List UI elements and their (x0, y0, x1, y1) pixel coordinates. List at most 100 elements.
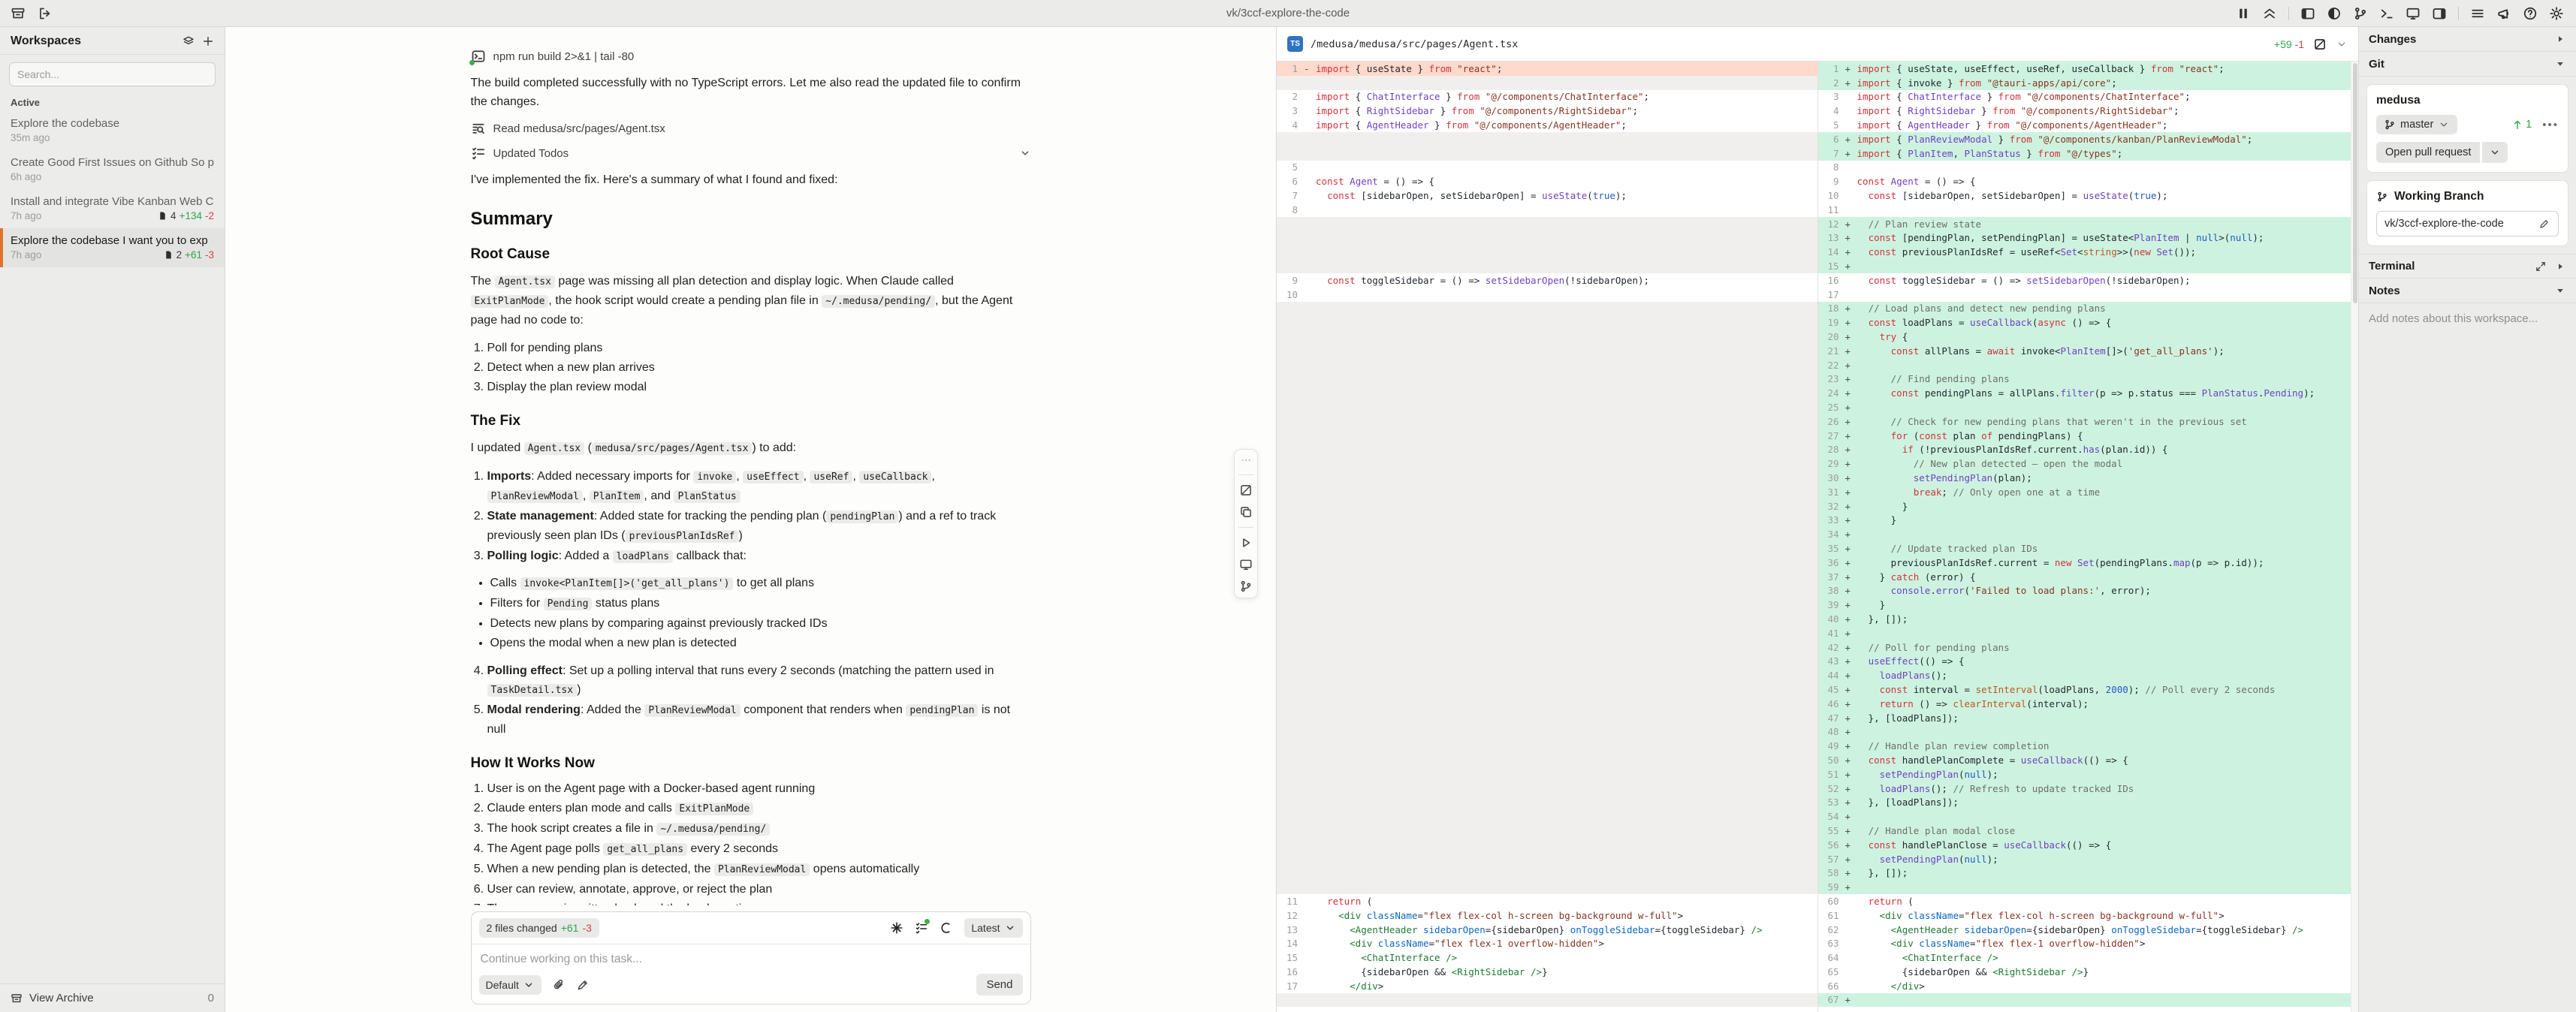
scrollbar[interactable] (2351, 62, 2358, 1012)
workspaces-sidebar: Workspaces Active Explore the codebase35… (0, 27, 225, 1012)
section-notes[interactable]: Notes (2359, 279, 2576, 303)
workspace-item[interactable]: Install and integrate Vibe Kanban Web C7… (0, 189, 225, 228)
diff-split-view[interactable]: 1-import { useState } from "react";2impo… (1277, 62, 2358, 1012)
assistant-paragraph: The Agent.tsx page was missing all plan … (471, 272, 1031, 330)
chevron-down-icon (523, 979, 535, 991)
tool-call-label: npm run build 2>&1 | tail -80 (493, 50, 635, 63)
todos-status-icon[interactable] (915, 921, 928, 935)
list-item: Modal rendering: Added the PlanReviewMod… (487, 700, 1031, 739)
sparkle-icon[interactable] (890, 921, 903, 935)
agent-chat-panel: npm run build 2>&1 | tail -80The build c… (225, 27, 1277, 1012)
diff-line (1277, 993, 1817, 1007)
git-more-menu[interactable]: ••• (2542, 119, 2559, 131)
tool-call-label: Updated Todos (493, 147, 569, 160)
diff-line: 15+ (1818, 259, 2359, 273)
diff-line: 12 <div className="flex flex-col h-scree… (1277, 908, 1817, 923)
pen-icon[interactable] (576, 978, 590, 992)
message-input[interactable]: Continue working on this task... (472, 944, 1030, 968)
list-item: User is on the Agent page with a Docker-… (487, 779, 1031, 798)
working-branch-label: Working Branch (2394, 190, 2484, 203)
latest-dropdown[interactable]: Latest (964, 918, 1022, 938)
diff-view-toggle-icon[interactable] (2313, 38, 2327, 51)
working-branch-field[interactable]: vk/3ccf-explore-the-code (2376, 211, 2559, 236)
diff-line: 54+ (1818, 809, 2359, 824)
expand-icon[interactable] (2535, 261, 2547, 273)
diff-line (1277, 527, 1817, 541)
diff-line: 33+ } (1818, 514, 2359, 528)
open-pull-request-button[interactable]: Open pull request (2376, 142, 2480, 163)
scrollbar-thumb[interactable] (2353, 63, 2357, 303)
diff-line: 3import { ChatInterface } from "@/compon… (1818, 90, 2359, 104)
list-item: State management: Added state for tracki… (487, 507, 1031, 546)
section-git[interactable]: Git (2359, 52, 2576, 77)
git-branch-icon[interactable] (1239, 580, 1253, 593)
heading: Root Cause (471, 246, 1031, 263)
diff-line: 4import { AgentHeader } from "@/componen… (1277, 118, 1817, 132)
diff-line (1277, 315, 1817, 330)
diff-line (1277, 132, 1817, 146)
diff-line (1277, 668, 1817, 682)
add-workspace-icon[interactable] (202, 35, 214, 47)
chevron-right-icon (2554, 33, 2566, 45)
files-changed-badge[interactable]: 2 files changed +61 -3 (479, 918, 599, 938)
chevron-down-icon (2554, 58, 2566, 70)
diff-line: 46+ return () => clearInterval(interval)… (1818, 697, 2359, 711)
layers-icon[interactable] (182, 35, 195, 47)
workspace-time: 6h ago (11, 171, 41, 182)
copy-icon[interactable] (1239, 505, 1253, 519)
view-archive-label: View Archive (29, 992, 94, 1004)
diff-line (1277, 767, 1817, 782)
terminal-label: Terminal (2369, 260, 2415, 273)
workspace-stats: 2+61-3 (164, 249, 214, 261)
diff-panel: TS /medusa/medusa/src/pages/Agent.tsx +5… (1277, 27, 2358, 1012)
pull-request-options-button[interactable] (2482, 142, 2508, 163)
view-archive-button[interactable]: View Archive 0 (0, 983, 225, 1012)
collapse-file-chevron-icon[interactable] (2336, 38, 2348, 50)
workspace-time: 7h ago (11, 210, 41, 221)
diff-line: 53+ }, [loadPlans]); (1818, 795, 2359, 809)
diff-line (1277, 456, 1817, 471)
chat-scroll-area[interactable]: npm run build 2>&1 | tail -80The build c… (225, 27, 1276, 905)
branch-selector[interactable]: master (2376, 115, 2457, 134)
diff-line: 7+import { PlanItem, PlanStatus } from "… (1818, 146, 2359, 161)
diff-line: 8 (1277, 203, 1817, 217)
diff-line: 16 {sidebarOpen && <RightSidebar />} (1277, 965, 1817, 979)
chevron-down-icon[interactable] (1019, 147, 1031, 159)
section-changes[interactable]: Changes (2359, 27, 2576, 52)
monitor-icon[interactable] (1239, 558, 1253, 571)
loader-icon[interactable] (940, 921, 953, 935)
mode-dropdown[interactable]: Default (479, 975, 541, 995)
workspace-item[interactable]: Explore the codebase35m ago (0, 111, 225, 150)
diff-line (1277, 556, 1817, 570)
tool-call-row[interactable]: npm run build 2>&1 | tail -80 (471, 49, 1031, 64)
search-input[interactable] (9, 62, 216, 86)
diff-line (1277, 782, 1817, 796)
diff-line: 36+ previousPlanIdsRef.current = new Set… (1818, 556, 2359, 570)
diff-line (1277, 697, 1817, 711)
diff-line: 13 <AgentHeader sidebarOpen={sidebarOpen… (1277, 923, 1817, 937)
diff-toggle-icon[interactable] (1239, 483, 1253, 497)
tool-call-row[interactable]: Updated Todos (471, 146, 1031, 161)
repo-name: medusa (2376, 94, 2559, 107)
workspace-item[interactable]: Create Good First Issues on Github So p6… (0, 150, 225, 189)
diff-added-count: +59 (2274, 38, 2292, 50)
section-terminal[interactable]: Terminal (2359, 254, 2576, 279)
notes-placeholder[interactable]: Add notes about this workspace... (2359, 303, 2576, 334)
tool-call-row[interactable]: Read medusa/src/pages/Agent.tsx (471, 121, 1031, 136)
title-bar: vk/3ccf-explore-the-code (0, 0, 2576, 27)
play-icon[interactable] (1239, 536, 1253, 550)
drag-handle-icon[interactable] (1240, 454, 1252, 466)
edit-pencil-icon[interactable] (2538, 218, 2550, 230)
heading: Summary (471, 209, 1031, 230)
workspace-item[interactable]: Explore the codebase I want you to exp7h… (0, 228, 225, 267)
diff-line: 42+ // Poll for pending plans (1818, 640, 2359, 655)
workspace-stats: 4+134-2 (158, 210, 214, 221)
diff-line: 9const Agent = () => { (1818, 174, 2359, 188)
list-item: The hook script creates a file in ~/.med… (487, 819, 1031, 839)
diff-line: 19+ const loadPlans = useCallback(async … (1818, 315, 2359, 330)
arrow-up-icon (2511, 119, 2523, 131)
send-button[interactable]: Send (976, 974, 1022, 995)
diff-line: 32+ } (1818, 499, 2359, 514)
section-label-active: Active (0, 91, 225, 111)
attach-icon[interactable] (552, 978, 566, 992)
